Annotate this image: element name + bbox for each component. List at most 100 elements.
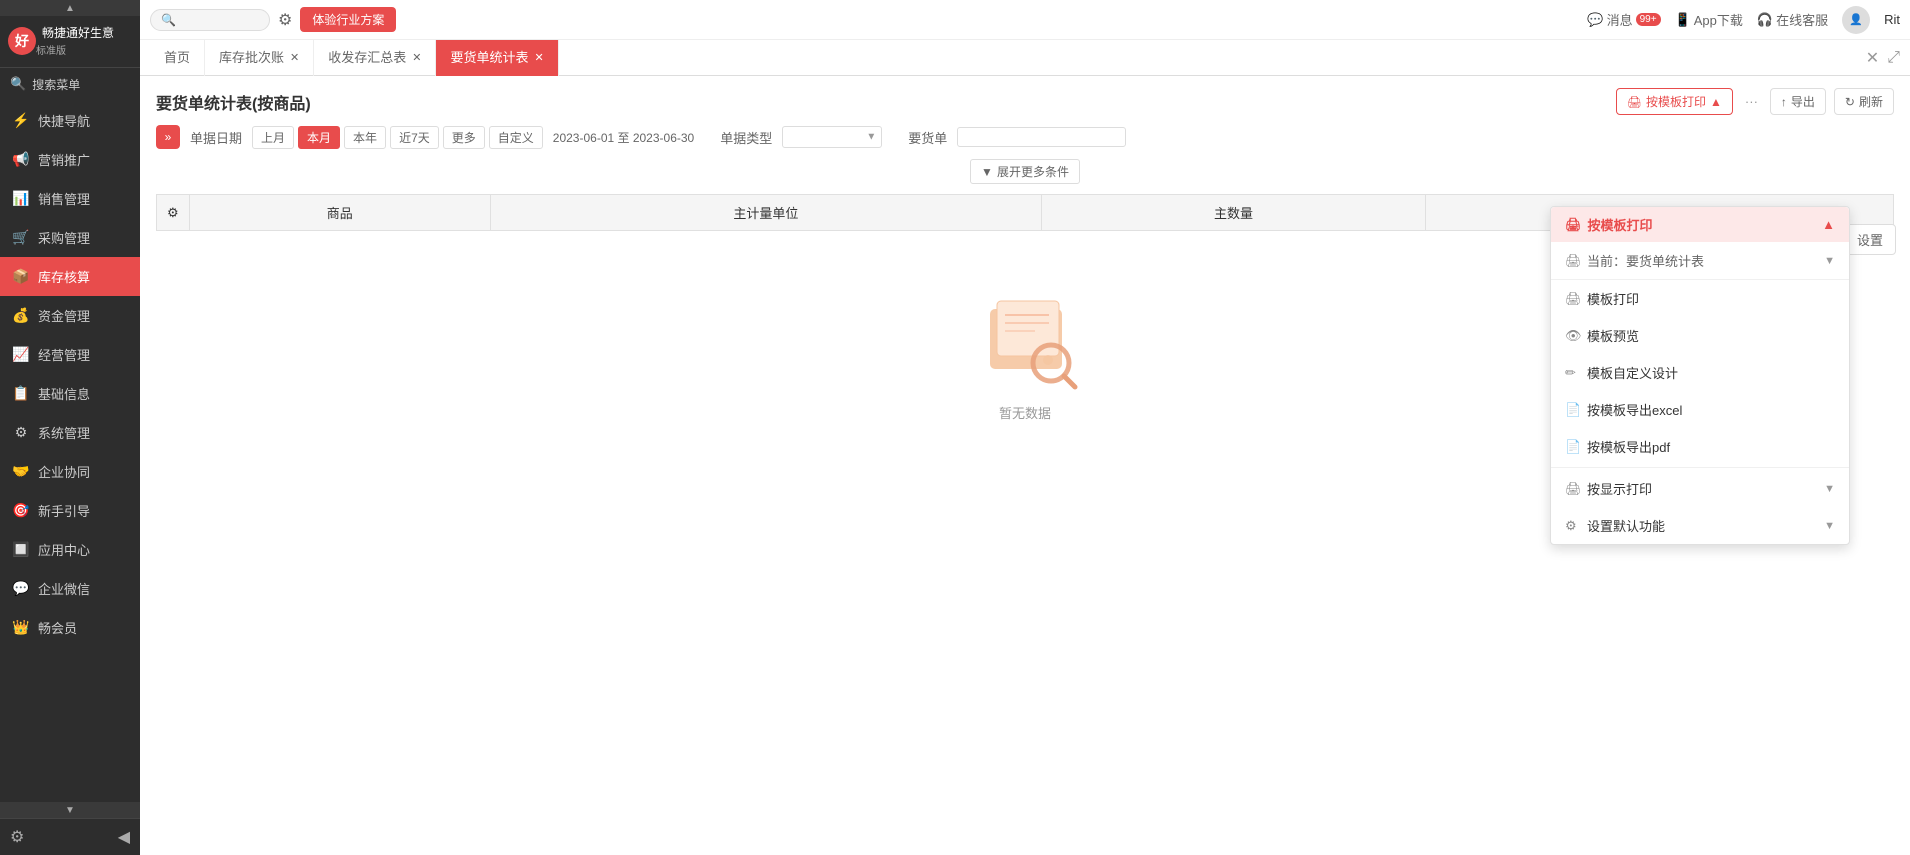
th-gear[interactable]: ⚙	[157, 195, 190, 231]
dropdown-default-func-label: 设置默认功能	[1587, 516, 1665, 535]
dropdown-default-func[interactable]: ⚙ 设置默认功能 ▼	[1551, 507, 1849, 544]
sidebar-item-sales[interactable]: 📊 销售管理	[0, 179, 140, 218]
expand-icon: ▼	[981, 165, 993, 179]
yaohuodan-input[interactable]	[964, 130, 1119, 144]
sidebar-item-system[interactable]: ⚙ 系统管理	[0, 413, 140, 452]
message-label: 消息	[1607, 10, 1633, 29]
header-right: 💬 消息 99+ 📱 App下载 🎧 在线客服 👤 Rit	[1587, 6, 1900, 34]
current-template-label: 当前：要货单统计表	[1587, 251, 1704, 270]
content-area: 要货单统计表(按商品) 🖨 按模板打印 ▲ ··· ↑ 导出 ↻ 刷新	[140, 76, 1910, 855]
shortcut-icon: ⚡	[12, 111, 30, 129]
date-btn-last-month[interactable]: 上月	[252, 126, 294, 149]
header-left: 🔍 ⚙ 体验行业方案	[150, 7, 396, 32]
date-btn-more[interactable]: 更多	[443, 126, 485, 149]
tab-receivable-summary-close[interactable]: ✕	[412, 40, 421, 76]
message-item[interactable]: 💬 消息 99+	[1587, 10, 1660, 29]
display-print-arrow: ▼	[1824, 483, 1835, 495]
template-print-label: 按模板打印	[1646, 93, 1706, 110]
date-range-display: 2023-06-01 至 2023-06-30	[553, 129, 694, 146]
export-btn[interactable]: ↑ 导出	[1770, 88, 1826, 115]
app-name-block: 畅捷通好生意 标准版	[36, 26, 114, 57]
sidebar-item-operation[interactable]: 📈 经营管理	[0, 335, 140, 374]
tab-batch-account-close[interactable]: ✕	[290, 40, 299, 76]
message-icon: 💬	[1587, 12, 1603, 28]
sidebar-item-wechat[interactable]: 💬 企业微信	[0, 569, 140, 608]
dropdown-close-arrow[interactable]: ▲	[1822, 217, 1835, 232]
sidebar-item-inventory[interactable]: 📦 库存核算	[0, 257, 140, 296]
dropdown-template-custom[interactable]: ✏ 模板自定义设计	[1551, 354, 1849, 391]
tab-order-stats[interactable]: 要货单统计表 ✕	[436, 40, 558, 76]
header-search-bar[interactable]: 🔍	[150, 9, 270, 31]
collab-icon: 🤝	[12, 462, 30, 480]
sidebar-item-purchase[interactable]: 🛒 采购管理	[0, 218, 140, 257]
avatar[interactable]: 👤	[1842, 6, 1870, 34]
online-service-item[interactable]: 🎧 在线客服	[1757, 10, 1828, 29]
date-btn-this-month[interactable]: 本月	[298, 126, 340, 149]
tab-batch-account[interactable]: 库存批次账 ✕	[205, 40, 314, 76]
sidebar-item-finance[interactable]: 💰 资金管理	[0, 296, 140, 335]
date-btn-custom[interactable]: 自定义	[489, 126, 543, 149]
marketing-icon: 📢	[12, 150, 30, 168]
tab-home[interactable]: 首页	[150, 40, 205, 76]
display-print-icon: 🖨	[1565, 481, 1582, 497]
template-pdf-icon: 📄	[1565, 439, 1581, 455]
search-icon: 🔍	[10, 76, 26, 92]
sidebar-gear-icon[interactable]: ⚙	[10, 827, 24, 847]
sidebar-scroll-down[interactable]: ▼	[0, 802, 140, 818]
dropdown-template-custom-label: 模板自定义设计	[1587, 363, 1678, 382]
header-settings-icon[interactable]: ⚙	[278, 10, 292, 30]
app-download-label: App下载	[1694, 10, 1743, 29]
sidebar-collapse-icon[interactable]: ◀	[118, 827, 130, 847]
tab-receivable-summary[interactable]: 收发存汇总表 ✕	[314, 40, 436, 76]
sidebar-item-newbie[interactable]: 🎯 新手引导	[0, 491, 140, 530]
filter-bar: » 单据日期 上月 本月 本年 近7天 更多 自定义 2023-06-01 至 …	[140, 115, 1910, 159]
sidebar-scroll-up[interactable]: ▲	[0, 0, 140, 16]
more-actions-icon[interactable]: ···	[1741, 94, 1762, 109]
newbie-icon: 🎯	[12, 501, 30, 519]
date-btn-this-year[interactable]: 本年	[344, 126, 386, 149]
window-controls: ✕ ⤢	[1866, 48, 1900, 68]
dropdown-template-print[interactable]: 🖨 模板打印	[1551, 280, 1849, 317]
template-print-icon: 🖨	[1565, 291, 1582, 307]
app-version: 标准版	[36, 42, 114, 57]
sidebar-item-basic[interactable]: 📋 基础信息	[0, 374, 140, 413]
sales-icon: 📊	[12, 189, 30, 207]
sidebar-item-shortcut[interactable]: ⚡ 快捷导航	[0, 101, 140, 140]
trial-btn[interactable]: 体验行业方案	[300, 7, 396, 32]
app-download-item[interactable]: 📱 App下载	[1675, 10, 1743, 29]
dropdown-template-preview[interactable]: 👁 模板预览	[1551, 317, 1849, 354]
tab-order-stats-close[interactable]: ✕	[535, 40, 544, 76]
app-name: 畅捷通好生意	[42, 26, 114, 42]
floating-settings-btn[interactable]: 设置	[1844, 224, 1896, 255]
dropdown-template-preview-label: 模板预览	[1587, 326, 1639, 345]
date-btn-7days[interactable]: 近7天	[390, 126, 439, 149]
sidebar-nav: ⚡ 快捷导航 📢 营销推广 📊 销售管理 🛒 采购管理 📦 库存核算 💰 资金管…	[0, 101, 140, 802]
dropdown-current-template[interactable]: 🖨 当前：要货单统计表 ▼	[1551, 242, 1849, 280]
tab-order-stats-label: 要货单统计表	[450, 40, 528, 76]
template-preview-icon: 👁	[1565, 328, 1582, 344]
window-close-btn[interactable]: ✕	[1866, 48, 1879, 68]
dropdown-template-excel[interactable]: 📄 按模板导出excel	[1551, 391, 1849, 428]
filter-toggle-btn[interactable]: »	[156, 125, 180, 149]
sidebar-item-marketing[interactable]: 📢 营销推广	[0, 140, 140, 179]
yaohuodan-filter-label: 要货单	[908, 128, 947, 147]
page-title: 要货单统计表(按商品)	[156, 90, 311, 114]
yaohuodan-input-wrap	[957, 127, 1126, 147]
refresh-btn[interactable]: ↻ 刷新	[1834, 88, 1894, 115]
window-maximize-btn[interactable]: ⤢	[1887, 49, 1900, 67]
dropdown-display-print-label: 按显示打印	[1587, 479, 1652, 498]
date-filter-group: 上月 本月 本年 近7天 更多 自定义	[252, 126, 543, 149]
template-print-btn[interactable]: 🖨 按模板打印 ▲	[1616, 88, 1733, 115]
sidebar-item-collab[interactable]: 🤝 企业协同	[0, 452, 140, 491]
template-custom-icon: ✏	[1565, 365, 1576, 381]
template-excel-icon: 📄	[1565, 402, 1581, 418]
printer-icon: 🖨	[1627, 95, 1642, 109]
sidebar-item-label: 快捷导航	[38, 111, 90, 130]
expand-more-btn[interactable]: ▼ 展开更多条件	[970, 159, 1080, 184]
sidebar-item-member[interactable]: 👑 畅会员	[0, 608, 140, 647]
dropdown-display-print[interactable]: 🖨 按显示打印 ▼	[1551, 470, 1849, 507]
type-select[interactable]	[782, 126, 882, 148]
sidebar-search[interactable]: 🔍 搜索菜单	[0, 68, 140, 101]
sidebar-item-apps[interactable]: 🔲 应用中心	[0, 530, 140, 569]
dropdown-template-pdf[interactable]: 📄 按模板导出pdf	[1551, 428, 1849, 465]
